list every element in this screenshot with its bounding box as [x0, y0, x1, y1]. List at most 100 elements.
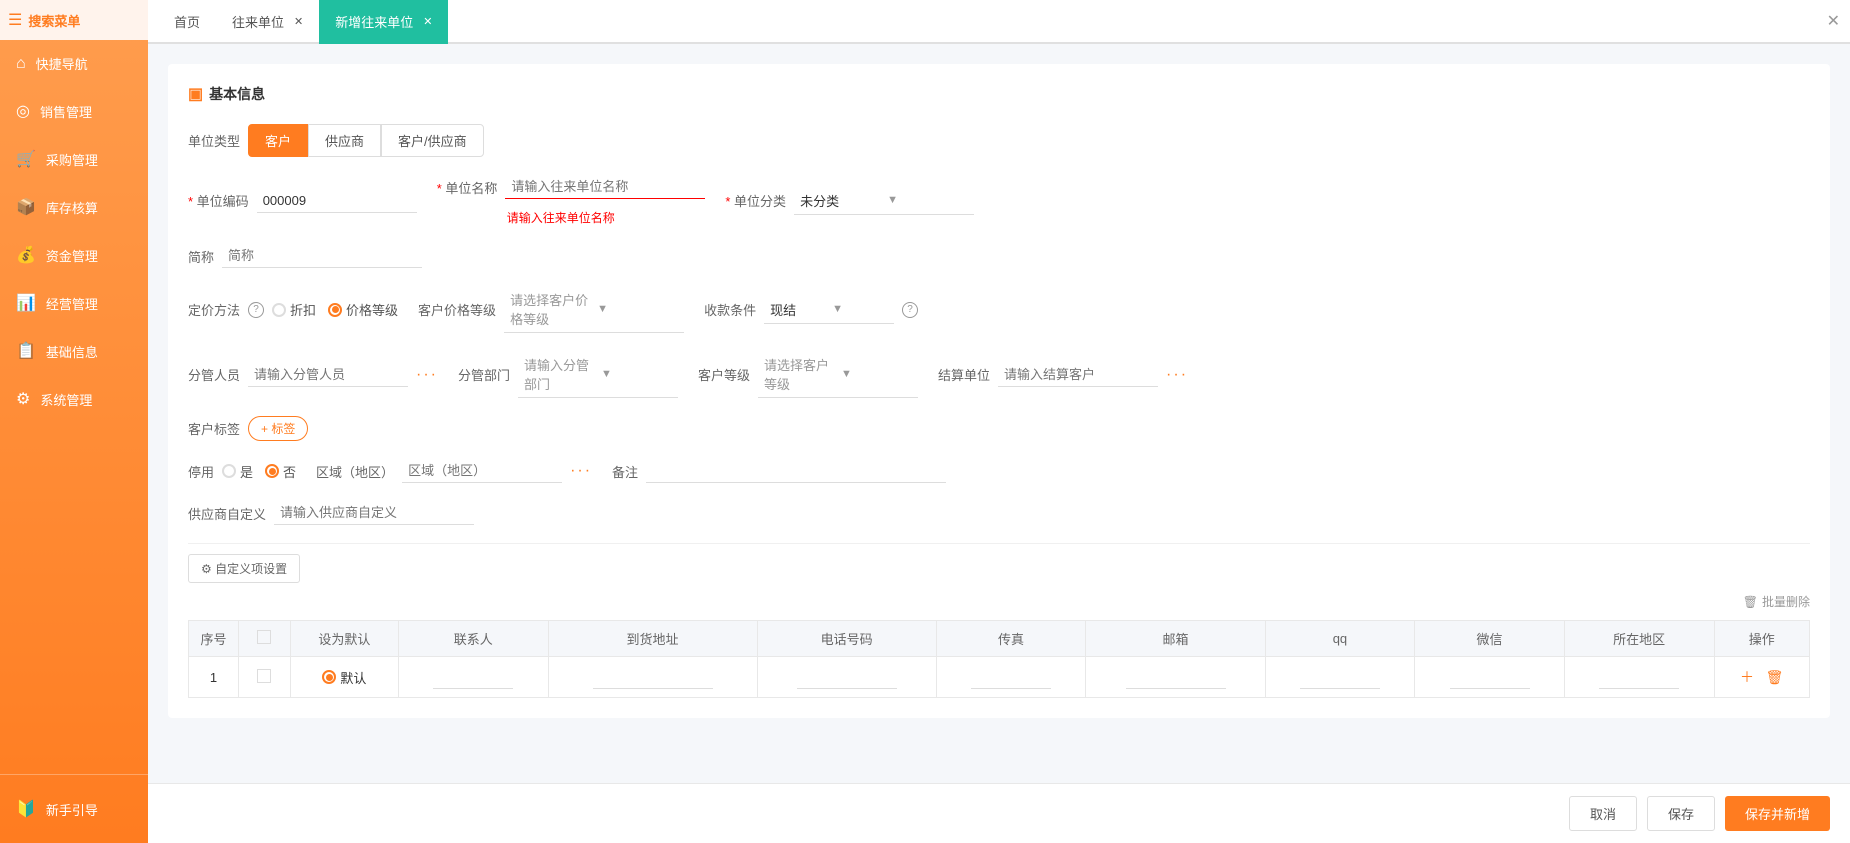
window-close-icon[interactable]: ✕ — [1827, 11, 1840, 31]
sidebar-item-sales[interactable]: ◎ 销售管理 — [0, 87, 148, 135]
customer-price-level-select[interactable]: 请选择客户价格等级 ▼ — [504, 286, 684, 333]
cell-fax[interactable] — [936, 657, 1086, 698]
custom-settings-button[interactable]: ⚙ 自定义项设置 — [188, 554, 300, 583]
tab-new-trading-unit-label: 新增往来单位 — [335, 12, 413, 31]
search-menu-btn[interactable]: ☰ 搜索菜单 — [0, 0, 148, 40]
manager-more-icon[interactable]: ··· — [416, 366, 438, 384]
delete-row-icon[interactable]: 🗑 — [1766, 669, 1784, 685]
tab-trading-units[interactable]: 往来单位 ✕ — [216, 0, 319, 44]
pricing-info-icon[interactable]: ? — [248, 302, 264, 318]
sidebar-item-finance[interactable]: 💰 资金管理 — [0, 231, 148, 279]
btn-supplier[interactable]: 供应商 — [308, 124, 381, 157]
disabled-region-row: 停用 是 否 区域（地区） ··· — [188, 459, 1810, 483]
radio-yes[interactable]: 是 — [222, 462, 253, 481]
manager-row: 分管人员 ··· 分管部门 请输入分管部门 ▼ 客户等级 请选择客户等级 ▼ — [188, 351, 1810, 398]
wechat-input[interactable] — [1450, 665, 1530, 689]
sidebar-item-label: 基础信息 — [46, 342, 98, 361]
btn-customer[interactable]: 客户 — [248, 124, 308, 157]
settlement-unit-input[interactable] — [998, 363, 1158, 387]
sidebar-item-inventory[interactable]: 📦 库存核算 — [0, 183, 148, 231]
tab-home[interactable]: 首页 — [158, 0, 216, 44]
sidebar: ☰ 搜索菜单 ⌂ 快捷导航 ◎ 销售管理 🛒 采购管理 📦 库存核算 💰 资金管… — [0, 0, 148, 843]
cell-wechat[interactable] — [1415, 657, 1565, 698]
unit-category-value: 未分类 — [800, 191, 881, 210]
sidebar-item-label: 新手引导 — [46, 800, 98, 819]
sidebar-item-system[interactable]: ⚙ 系统管理 — [0, 375, 148, 423]
table-header-row: 序号 设为默认 联系人 到货地址 电话号码 传真 邮箱 qq 微信 所在地区 操… — [189, 621, 1810, 657]
customer-level-group: 客户等级 请选择客户等级 ▼ — [698, 351, 918, 398]
department-group: 分管部门 请输入分管部门 ▼ — [458, 351, 678, 398]
tab-trading-units-close[interactable]: ✕ — [294, 15, 303, 28]
unit-code-input[interactable] — [257, 189, 417, 213]
default-radio[interactable] — [322, 670, 336, 684]
phone-input[interactable] — [797, 665, 897, 689]
sidebar-item-purchase[interactable]: 🛒 采购管理 — [0, 135, 148, 183]
save-button[interactable]: 保存 — [1647, 796, 1715, 831]
tab-new-trading-unit-close[interactable]: ✕ — [423, 15, 432, 28]
add-tag-button[interactable]: + 标签 — [248, 416, 308, 441]
manager-label: 分管人员 — [188, 365, 240, 384]
row-region-input[interactable] — [1599, 665, 1679, 689]
cell-checkbox[interactable] — [239, 657, 291, 698]
unit-category-select[interactable]: 未分类 ▼ — [794, 187, 974, 215]
sidebar-item-quick-nav[interactable]: ⌂ 快捷导航 — [0, 40, 148, 87]
unit-type-group: 单位类型 客户 供应商 客户/供应商 — [188, 124, 484, 157]
supplier-custom-input[interactable] — [274, 501, 474, 525]
department-select[interactable]: 请输入分管部门 ▼ — [518, 351, 678, 398]
select-all-checkbox[interactable] — [257, 630, 271, 644]
region-more-icon[interactable]: ··· — [570, 462, 592, 480]
cell-email[interactable] — [1086, 657, 1265, 698]
col-email: 邮箱 — [1086, 621, 1265, 657]
email-input[interactable] — [1126, 665, 1226, 689]
radio-price-level[interactable]: 价格等级 — [328, 300, 398, 319]
cell-region[interactable] — [1564, 657, 1714, 698]
cell-phone[interactable] — [757, 657, 936, 698]
unit-name-error: 请输入往来单位名称 — [507, 209, 615, 226]
payment-terms-select[interactable]: 现结 ▼ — [764, 296, 894, 324]
cancel-button[interactable]: 取消 — [1569, 796, 1637, 831]
cell-qq[interactable] — [1265, 657, 1415, 698]
region-input[interactable] — [402, 459, 562, 483]
contact-input[interactable] — [433, 665, 513, 689]
unit-type-row: 单位类型 客户 供应商 客户/供应商 — [188, 124, 1810, 157]
default-label: 默认 — [340, 668, 366, 687]
cell-contact[interactable] — [399, 657, 549, 698]
qq-input[interactable] — [1300, 665, 1380, 689]
settlement-unit-group: 结算单位 ··· — [938, 363, 1188, 387]
cell-address[interactable] — [548, 657, 757, 698]
settlement-more-icon[interactable]: ··· — [1166, 366, 1188, 384]
customer-level-label: 客户等级 — [698, 365, 750, 384]
sidebar-item-operations[interactable]: 📊 经营管理 — [0, 279, 148, 327]
manager-input[interactable] — [248, 363, 408, 387]
sidebar-item-guide[interactable]: 🔰 新手引导 — [0, 785, 148, 833]
radio-no[interactable]: 否 — [265, 462, 296, 481]
fax-input[interactable] — [971, 665, 1051, 689]
customer-price-level-placeholder: 请选择客户价格等级 — [510, 290, 591, 328]
customer-level-select[interactable]: 请选择客户等级 ▼ — [758, 351, 918, 398]
short-name-input[interactable] — [222, 244, 422, 268]
sidebar-item-basic-info[interactable]: 📋 基础信息 — [0, 327, 148, 375]
sales-icon: ◎ — [16, 101, 30, 121]
customer-level-placeholder: 请选择客户等级 — [764, 355, 835, 393]
tab-new-trading-unit[interactable]: 新增往来单位 ✕ — [319, 0, 448, 44]
col-address: 到货地址 — [548, 621, 757, 657]
inventory-icon: 📦 — [16, 197, 36, 217]
radio-price-level-label: 价格等级 — [346, 300, 398, 319]
add-row-icon[interactable]: ＋ — [1740, 669, 1754, 685]
row-checkbox[interactable] — [257, 669, 271, 683]
save-new-button[interactable]: 保存并新增 — [1725, 796, 1830, 831]
address-input[interactable] — [593, 665, 713, 689]
supplier-custom-row: 供应商自定义 — [188, 501, 1810, 525]
sidebar-item-label: 销售管理 — [40, 102, 92, 121]
payment-info-icon[interactable]: ? — [902, 302, 918, 318]
batch-delete-btn[interactable]: 🗑 批量删除 — [1743, 593, 1810, 610]
col-region: 所在地区 — [1564, 621, 1714, 657]
unit-code-label: 单位编码 — [188, 191, 249, 210]
customer-tag-label: 客户标签 — [188, 419, 240, 438]
btn-customer-supplier[interactable]: 客户/供应商 — [381, 124, 484, 157]
tab-trading-units-label: 往来单位 — [232, 12, 284, 31]
radio-discount[interactable]: 折扣 — [272, 300, 316, 319]
unit-name-input[interactable] — [505, 175, 705, 199]
notes-input[interactable] — [646, 459, 946, 483]
notes-group: 备注 — [612, 459, 946, 483]
